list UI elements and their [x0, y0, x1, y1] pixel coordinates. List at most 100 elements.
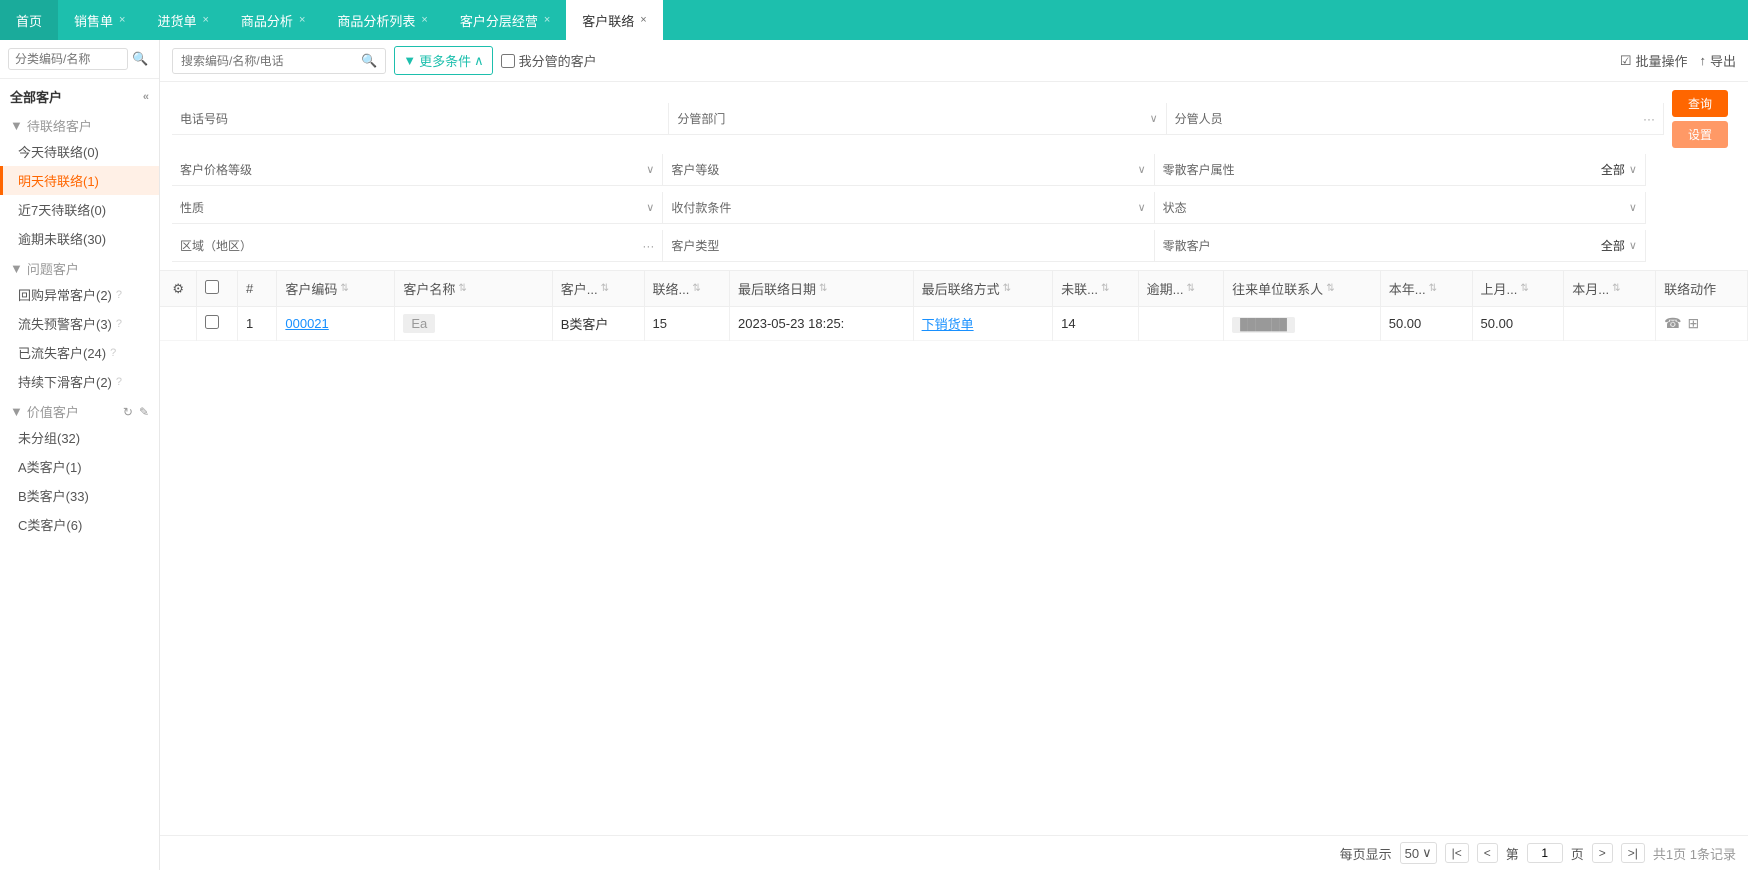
sidebar-item-class-b[interactable]: B类客户(33)	[0, 481, 159, 510]
more-icon[interactable]: ···	[642, 239, 654, 253]
sidebar-item-repurchase-abnormal[interactable]: 回购异常客户(2) ?	[0, 280, 159, 309]
table-settings-header[interactable]: ⚙	[160, 271, 197, 307]
row-checkbox[interactable]	[205, 315, 219, 329]
search-input[interactable]	[181, 54, 361, 68]
help-icon[interactable]: ?	[116, 318, 122, 330]
nav-item-analysis-list[interactable]: 商品分析列表 ×	[321, 0, 443, 40]
table-col-last-month[interactable]: 上月... ⇅	[1472, 271, 1564, 307]
nav-item-home[interactable]: 首页	[0, 0, 58, 40]
sidebar-item-declining[interactable]: 持续下滑客户(2) ?	[0, 367, 159, 396]
close-icon[interactable]: ×	[202, 14, 208, 26]
filter-cell-nature: 性质 ∨	[172, 192, 663, 224]
filter-cell-customer-level: 客户等级 ∨	[663, 154, 1154, 186]
filter-select-nature[interactable]: ∨	[268, 201, 654, 214]
filter-input-phone[interactable]	[268, 112, 660, 126]
sort-icon: ⇅	[1326, 283, 1334, 294]
sidebar-item-today-pending[interactable]: 今天待联络(0)	[0, 137, 159, 166]
search-icon[interactable]: 🔍	[361, 53, 377, 69]
table-col-name[interactable]: 客户名称 ⇅	[395, 271, 552, 307]
first-page-button[interactable]: |<	[1445, 843, 1469, 863]
more-icon[interactable]: ···	[1643, 112, 1655, 126]
refresh-icon[interactable]: ↻	[123, 405, 133, 419]
all-customers-header[interactable]: 全部客户 «	[0, 79, 159, 110]
close-icon[interactable]: ×	[299, 14, 305, 26]
phone-icon[interactable]: ☎	[1664, 315, 1681, 332]
query-button[interactable]: 查询	[1672, 90, 1728, 117]
filter-select-payment[interactable]: ∨	[759, 201, 1145, 214]
row-last-contact-method[interactable]: 下销货单	[913, 307, 1053, 341]
batch-operation-button[interactable]: ☑ 批量操作	[1620, 51, 1688, 70]
filter-cell-region: 区域（地区） ···	[172, 230, 663, 262]
chevron-down-icon: ∨	[646, 163, 654, 176]
table-col-last-method[interactable]: 最后联络方式 ⇅	[913, 271, 1053, 307]
filter-label-status: 状态	[1163, 199, 1243, 216]
table-checkbox-header[interactable]	[197, 271, 238, 307]
export-button[interactable]: ↑ 导出	[1699, 51, 1736, 70]
filter-row-1: 电话号码 分管部门 ∨ 分管人员 ··· 查询 设置	[172, 90, 1736, 148]
filter-select-price-level[interactable]: ∨	[268, 163, 654, 176]
table-col-this-year[interactable]: 本年... ⇅	[1380, 271, 1472, 307]
collapse-icon[interactable]: «	[143, 91, 149, 103]
sidebar-group-problem[interactable]: ▼ 问题客户	[0, 253, 159, 280]
grid-icon[interactable]: ⊞	[1688, 315, 1700, 332]
help-icon[interactable]: ?	[116, 289, 122, 301]
table-col-contact-person[interactable]: 往来单位联系人 ⇅	[1224, 271, 1381, 307]
sidebar-search-input[interactable]	[8, 48, 128, 70]
sidebar-group-pending[interactable]: ▼ 待联络客户	[0, 110, 159, 137]
chevron-down-icon: ∨	[1422, 845, 1432, 861]
nav-item-sales[interactable]: 销售单 ×	[58, 0, 141, 40]
close-icon[interactable]: ×	[640, 14, 646, 26]
table-col-contacts[interactable]: 联络... ⇅	[644, 271, 730, 307]
filter-select-manager[interactable]: ···	[1263, 112, 1655, 126]
nav-item-analysis[interactable]: 商品分析 ×	[225, 0, 321, 40]
row-checkbox-cell[interactable]	[197, 307, 238, 341]
last-page-button[interactable]: >|	[1621, 843, 1645, 863]
sidebar-item-ungrouped[interactable]: 未分组(32)	[0, 423, 159, 452]
settings-button[interactable]: 设置	[1672, 121, 1728, 148]
filter-select-region[interactable]: ···	[268, 239, 654, 253]
table-col-last-date[interactable]: 最后联络日期 ⇅	[730, 271, 914, 307]
edit-icon[interactable]: ✎	[139, 405, 149, 419]
filter-select-customer-level[interactable]: ∨	[759, 163, 1145, 176]
page-number-input[interactable]	[1527, 843, 1563, 863]
filter-action-buttons: 查询 设置	[1664, 90, 1736, 148]
data-table-area: ⚙ # 客户编码 ⇅	[160, 271, 1748, 835]
close-icon[interactable]: ×	[119, 14, 125, 26]
sidebar-group-value[interactable]: ▼ 价值客户 ↻ ✎	[0, 396, 159, 423]
table-col-code[interactable]: 客户编码 ⇅	[277, 271, 395, 307]
table-col-overdue[interactable]: 逾期... ⇅	[1138, 271, 1224, 307]
prev-page-button[interactable]: <	[1477, 843, 1498, 863]
sidebar-item-class-a[interactable]: A类客户(1)	[0, 452, 159, 481]
nav-item-purchase[interactable]: 进货单 ×	[141, 0, 224, 40]
table-col-no-contact[interactable]: 未联... ⇅	[1053, 271, 1139, 307]
row-code[interactable]: 000021	[277, 307, 395, 341]
next-page-button[interactable]: >	[1592, 843, 1613, 863]
sidebar-item-tomorrow-pending[interactable]: 明天待联络(1)	[0, 166, 159, 195]
close-icon[interactable]: ×	[544, 14, 550, 26]
sidebar-item-overdue-contact[interactable]: 逾期未联络(30)	[0, 224, 159, 253]
select-all-checkbox[interactable]	[205, 280, 219, 294]
nav-item-customer-tier[interactable]: 客户分层经营 ×	[444, 0, 566, 40]
sidebar-item-class-c[interactable]: C类客户(6)	[0, 510, 159, 539]
row-overdue	[1138, 307, 1224, 341]
help-icon[interactable]: ?	[116, 376, 122, 388]
filter-more-button[interactable]: ▼ 更多条件 ∧	[394, 46, 492, 75]
help-icon[interactable]: ?	[110, 347, 116, 359]
sidebar-item-7days-pending[interactable]: 近7天待联络(0)	[0, 195, 159, 224]
page-size-select[interactable]: 50 ∨	[1400, 842, 1437, 864]
chevron-down-icon: ∨	[1629, 163, 1637, 176]
table-col-this-month[interactable]: 本月... ⇅	[1564, 271, 1656, 307]
filter-label-price-level: 客户价格等级	[180, 161, 260, 178]
search-icon[interactable]: 🔍	[132, 51, 148, 67]
filter-select-retail-customer[interactable]: 全部 ∨	[1251, 237, 1637, 254]
table-col-type[interactable]: 客户... ⇅	[552, 271, 644, 307]
sidebar-item-churned[interactable]: 已流失客户(24) ?	[0, 338, 159, 367]
filter-select-status[interactable]: ∨	[1251, 201, 1637, 214]
filter-select-dept[interactable]: ∨	[765, 112, 1157, 125]
my-customers-checkbox-area[interactable]: 我分管的客户	[501, 51, 597, 70]
my-customers-checkbox[interactable]	[501, 54, 515, 68]
filter-select-retail-attr[interactable]: 全部 ∨	[1251, 161, 1637, 178]
close-icon[interactable]: ×	[421, 14, 427, 26]
nav-item-customer-contact[interactable]: 客户联络 ×	[566, 0, 662, 40]
sidebar-item-churn-warning[interactable]: 流失预警客户(3) ?	[0, 309, 159, 338]
